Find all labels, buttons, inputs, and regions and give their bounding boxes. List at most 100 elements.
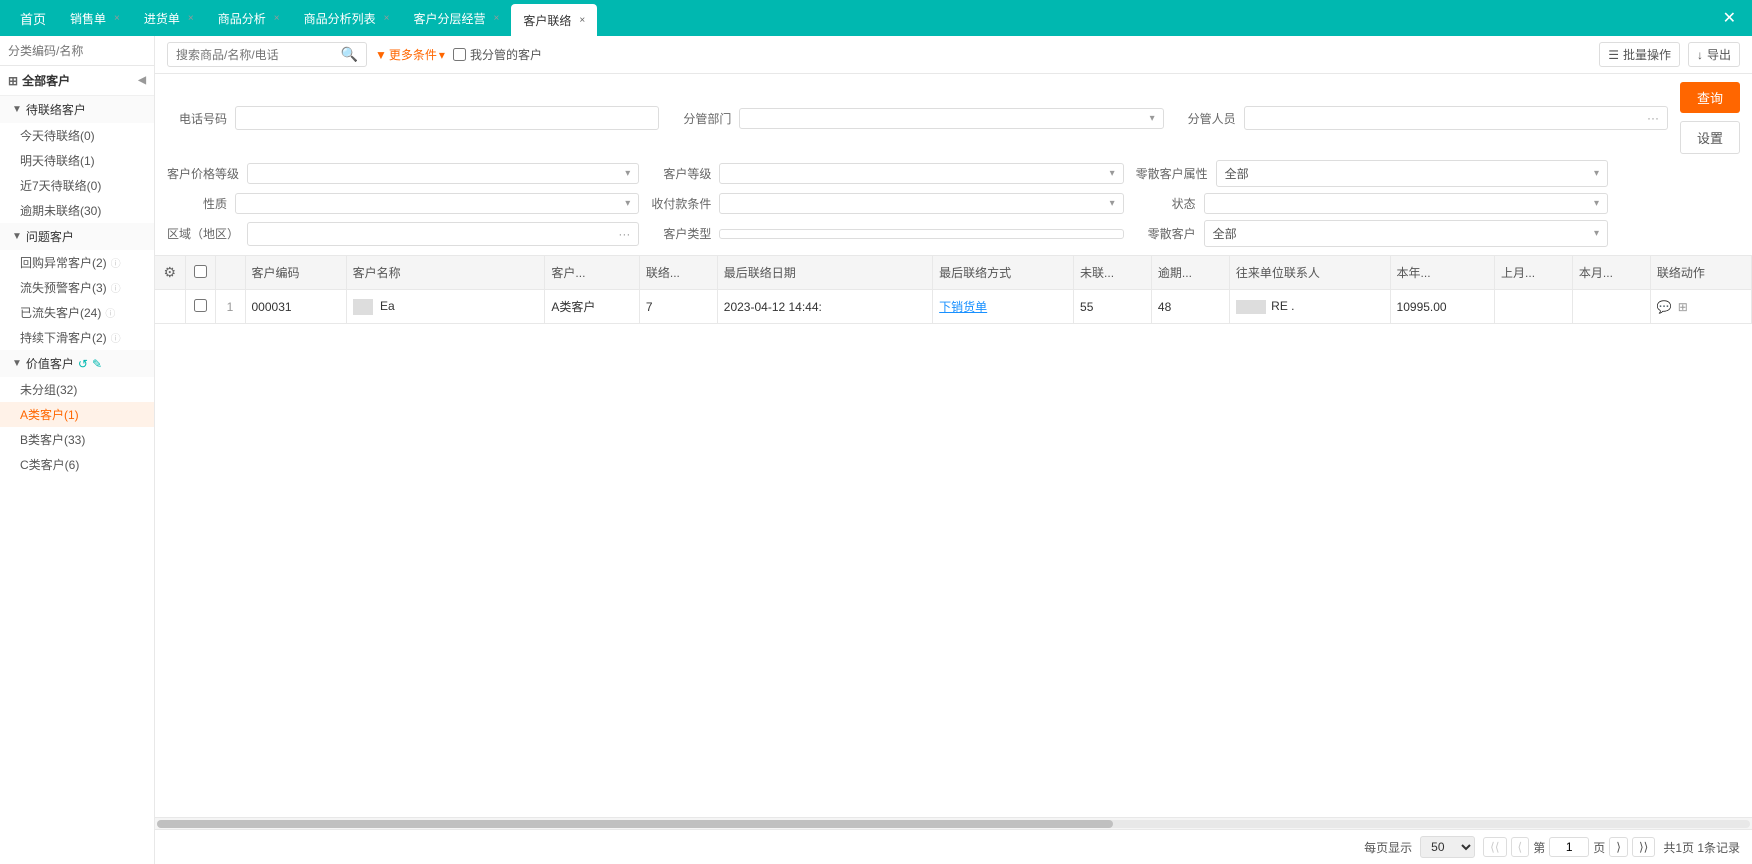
prev-page-button[interactable]: ⟨: [1511, 837, 1530, 857]
last-page-button[interactable]: ⟩⟩: [1632, 837, 1655, 857]
already-churned[interactable]: 已流失客户(24) ⓘ: [0, 300, 154, 325]
search-input[interactable]: [176, 48, 337, 62]
app-close-button[interactable]: ✕: [1715, 8, 1744, 28]
c-class-customers[interactable]: C类客户(6): [0, 452, 154, 477]
customer-type-select[interactable]: [719, 229, 1123, 239]
region-dots-icon[interactable]: ···: [618, 227, 630, 241]
overdue-contact[interactable]: 逾期未联络(30): [0, 198, 154, 223]
row-name: Ea: [346, 290, 545, 324]
repurchase-abnormal[interactable]: 回购异常客户(2) ⓘ: [0, 250, 154, 275]
col-last-date: 最后联络日期: [717, 256, 932, 290]
row-last-date: 2023-04-12 14:44:: [717, 290, 932, 324]
advanced-filter: 电话号码 分管部门 ▾ 分管人员 ···: [155, 74, 1752, 256]
query-button[interactable]: 查询: [1680, 82, 1740, 113]
declining-customers[interactable]: 持续下滑客户(2) ⓘ: [0, 325, 154, 350]
next-page-button[interactable]: ⟩: [1609, 837, 1628, 857]
dept-select[interactable]: ▾: [739, 108, 1163, 129]
refresh-icon[interactable]: ↺: [78, 357, 88, 371]
col-this-month: 本月...: [1572, 256, 1650, 290]
scroll-track: [157, 820, 1750, 828]
table-header-row: ⚙ 客户编码 客户名称 客户... 联络... 最后联络日期 最后联络方式: [155, 256, 1752, 290]
horizontal-scrollbar[interactable]: [155, 817, 1752, 829]
table-gear-icon[interactable]: ⚙: [163, 264, 176, 280]
col-customer-code: 客户编码: [245, 256, 346, 290]
my-customers-checkbox[interactable]: [453, 48, 466, 61]
filter-row-3: 性质 ▾ 收付款条件 ▾ 状态: [167, 193, 1740, 214]
edit-icon[interactable]: ✎: [92, 357, 102, 371]
col-action: 联络动作: [1650, 256, 1751, 290]
a-class-customers[interactable]: A类客户(1): [0, 402, 154, 427]
pending-contact-section[interactable]: ▼ 待联络客户: [0, 96, 154, 123]
problem-customers-section[interactable]: ▼ 问题客户: [0, 223, 154, 250]
batch-op-button[interactable]: ☰ 批量操作: [1599, 42, 1680, 67]
status-dropdown-icon: ▾: [1594, 198, 1599, 209]
price-grade-select[interactable]: ▾: [247, 163, 639, 184]
row-code: 000031: [245, 290, 346, 324]
more-filters-button[interactable]: ▼ 更多条件 ▾: [375, 46, 445, 63]
col-last-month: 上月...: [1495, 256, 1573, 290]
tab-purchase[interactable]: 进货单 ×: [132, 0, 206, 36]
col-check: [185, 256, 215, 290]
customer-level-filter: 客户等级 ▾: [651, 163, 1123, 184]
churn-warning[interactable]: 流失预警客户(3) ⓘ: [0, 275, 154, 300]
content-area: 🔍 ▼ 更多条件 ▾ 我分管的客户 ☰ 批量操作 ↓ 导出: [155, 36, 1752, 864]
today-pending[interactable]: 今天待联络(0): [0, 123, 154, 148]
settings-button[interactable]: 设置: [1680, 121, 1740, 154]
sidebar-search-input[interactable]: [8, 44, 155, 58]
section-arrow-2: ▼: [12, 231, 22, 242]
unclassified-group[interactable]: 未分组(32): [0, 377, 154, 402]
person-dots-icon[interactable]: ···: [1647, 111, 1659, 125]
export-button[interactable]: ↓ 导出: [1688, 42, 1740, 67]
row-action: 💬 ⊞: [1650, 290, 1751, 324]
select-all-checkbox[interactable]: [194, 265, 207, 278]
tab-customer-contact[interactable]: 客户联络 ×: [511, 4, 597, 36]
row-company-contact: RE .: [1229, 290, 1390, 324]
phone-input[interactable]: [235, 106, 659, 130]
phone-filter: 电话号码: [167, 106, 659, 130]
page-input[interactable]: [1549, 837, 1589, 857]
chat-icon[interactable]: 💬: [1657, 300, 1672, 314]
more-action-icon[interactable]: ⊞: [1678, 300, 1688, 314]
filter-row-2: 客户价格等级 ▾ 客户等级 ▾ 零散客户属性 全部: [167, 160, 1740, 187]
row-checkbox[interactable]: [194, 299, 207, 312]
table-wrapper[interactable]: ⚙ 客户编码 客户名称 客户... 联络... 最后联络日期 最后联络方式: [155, 256, 1752, 817]
customer-level-select[interactable]: ▾: [719, 163, 1123, 184]
close-customer-layered-tab[interactable]: ×: [493, 13, 499, 24]
home-tab[interactable]: 首页: [8, 9, 58, 28]
search-submit-icon[interactable]: 🔍: [341, 46, 358, 63]
b-class-customers[interactable]: B类客户(33): [0, 427, 154, 452]
page-size-select[interactable]: 50 100 200: [1420, 836, 1475, 858]
tab-sales[interactable]: 销售单 ×: [58, 0, 132, 36]
dept-dropdown-icon: ▾: [1150, 113, 1155, 124]
close-customer-contact-tab[interactable]: ×: [579, 15, 585, 26]
person-select[interactable]: ···: [1244, 106, 1668, 130]
tab-customer-layered[interactable]: 客户分层经营 ×: [401, 0, 511, 36]
first-page-button[interactable]: ⟨⟨: [1483, 837, 1506, 857]
value-customers-section[interactable]: ▼ 价值客户 ↺ ✎: [0, 350, 154, 377]
retail-attr-dropdown-icon: ▾: [1594, 168, 1599, 179]
company-contact-avatar: [1236, 300, 1266, 314]
row-last-method[interactable]: 下销货单: [933, 290, 1074, 324]
filter-row-4: 区域（地区） ··· 客户类型 零散客户 全部 ▾: [167, 220, 1740, 247]
close-product-list-tab[interactable]: ×: [384, 13, 390, 24]
retail-attr-filter: 零散客户属性 全部 ▾: [1136, 160, 1608, 187]
scroll-thumb[interactable]: [157, 820, 1113, 828]
status-select[interactable]: ▾: [1204, 193, 1608, 214]
close-purchase-tab[interactable]: ×: [188, 13, 194, 24]
tab-product-list[interactable]: 商品分析列表 ×: [292, 0, 402, 36]
section-arrow-3: ▼: [12, 358, 22, 369]
tomorrow-pending[interactable]: 明天待联络(1): [0, 148, 154, 173]
all-customers-header[interactable]: ⊞ 全部客户 ◀: [0, 66, 154, 96]
retail-customer-select[interactable]: 全部 ▾: [1204, 220, 1608, 247]
region-select[interactable]: ···: [247, 222, 639, 246]
col-settings[interactable]: ⚙: [155, 256, 185, 290]
customers-table: ⚙ 客户编码 客户名称 客户... 联络... 最后联络日期 最后联络方式: [155, 256, 1752, 324]
action-icons: 💬 ⊞: [1657, 300, 1745, 314]
week-pending[interactable]: 近7天待联络(0): [0, 173, 154, 198]
nature-select[interactable]: ▾: [235, 193, 639, 214]
close-product-analysis-tab[interactable]: ×: [274, 13, 280, 24]
close-sales-tab[interactable]: ×: [114, 13, 120, 24]
tab-product-analysis[interactable]: 商品分析 ×: [206, 0, 292, 36]
payment-select[interactable]: ▾: [719, 193, 1123, 214]
retail-attr-select[interactable]: 全部 ▾: [1216, 160, 1608, 187]
